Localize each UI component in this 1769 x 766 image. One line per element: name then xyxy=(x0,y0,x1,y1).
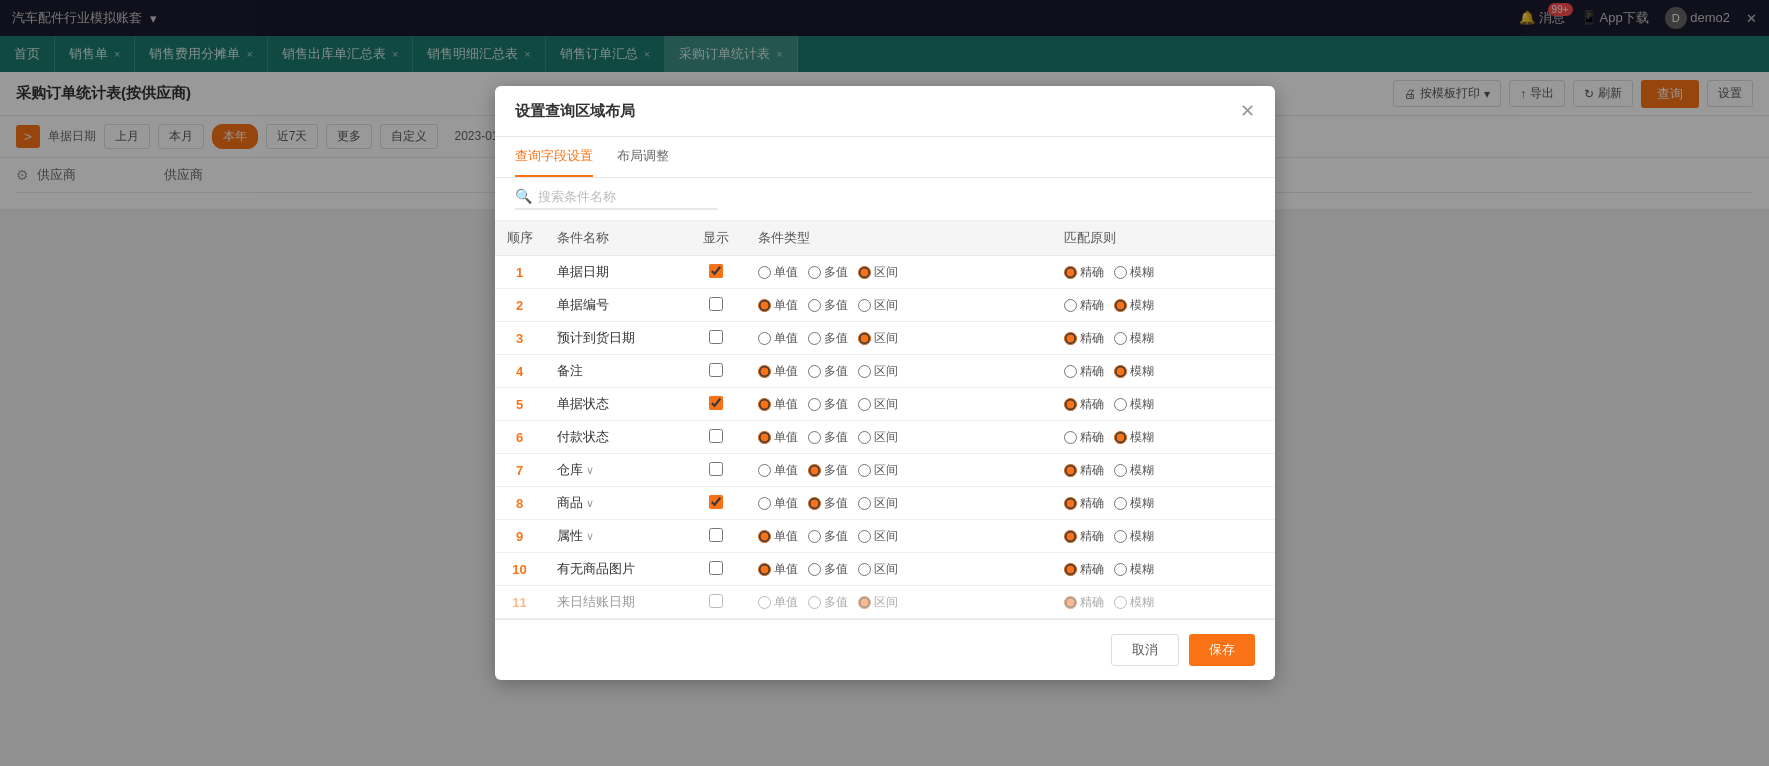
modal-tabs: 查询字段设置 布局调整 xyxy=(495,137,1275,178)
modal-close-button[interactable]: ✕ xyxy=(1240,100,1255,122)
search-icon: 🔍 xyxy=(515,188,532,204)
modal-tab-fields[interactable]: 查询字段设置 xyxy=(515,137,593,177)
modal-overlay: 设置查询区域布局 ✕ 查询字段设置 布局调整 🔍 xyxy=(0,0,1769,209)
page-content: 采购订单统计表(按供应商) 🖨 按模板打印 ▾ ↑ 导出 ↻ 刷新 查询 设置 … xyxy=(0,72,1769,209)
modal-title: 设置查询区域布局 xyxy=(515,102,635,121)
search-wrap: 🔍 xyxy=(515,188,718,209)
search-input[interactable] xyxy=(538,189,718,204)
modal: 设置查询区域布局 ✕ 查询字段设置 布局调整 🔍 xyxy=(495,86,1275,209)
modal-tab-layout[interactable]: 布局调整 xyxy=(617,137,669,177)
modal-search-area: 🔍 xyxy=(495,178,1275,209)
modal-header: 设置查询区域布局 ✕ xyxy=(495,86,1275,137)
